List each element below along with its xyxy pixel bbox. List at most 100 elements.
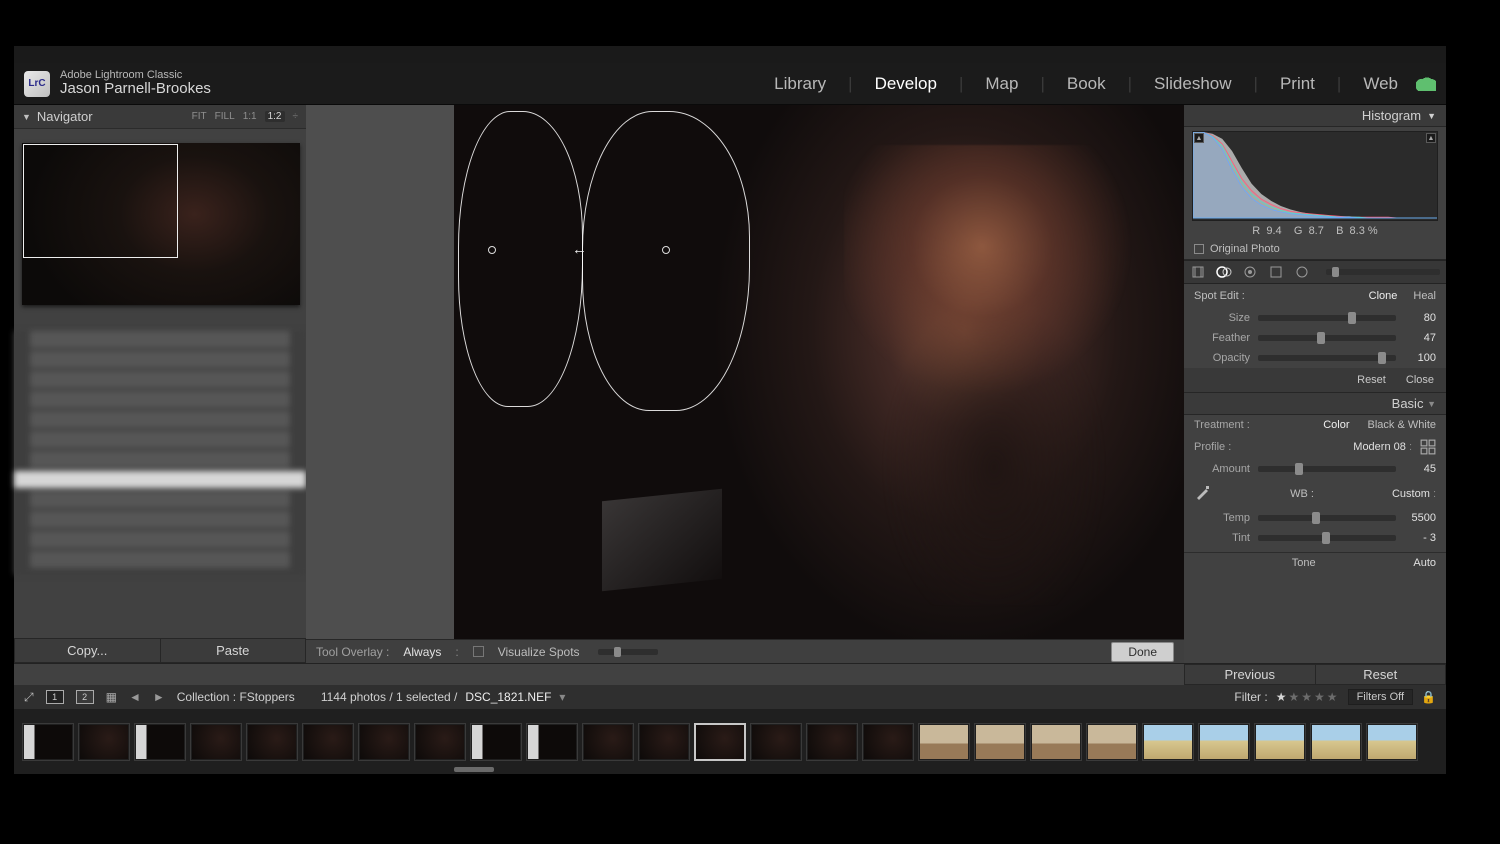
arrow-left-icon: ←: [572, 241, 587, 258]
spot-dest-center[interactable]: [488, 246, 496, 254]
zoom-1-1[interactable]: 1:1: [243, 111, 257, 122]
original-photo-toggle[interactable]: Original Photo: [1184, 239, 1446, 260]
brush-size-slider[interactable]: [1326, 269, 1440, 275]
tint-slider[interactable]: [1258, 535, 1396, 541]
filmstrip-thumb[interactable]: [1254, 723, 1306, 761]
spot-size-slider[interactable]: [1258, 315, 1396, 321]
filmstrip-thumb[interactable]: [1142, 723, 1194, 761]
redeye-tool-icon[interactable]: [1242, 264, 1258, 280]
filmstrip-thumb[interactable]: [582, 723, 634, 761]
filmstrip-thumb[interactable]: [1030, 723, 1082, 761]
module-slideshow[interactable]: Slideshow: [1154, 74, 1232, 94]
filmstrip-thumb[interactable]: [918, 723, 970, 761]
navigator-header[interactable]: ▼ Navigator FITFILL1:11:2÷: [14, 105, 306, 129]
zoom-FIT[interactable]: FIT: [192, 111, 207, 122]
profile-select[interactable]: Modern 08: [1353, 441, 1406, 453]
spot-feather-slider[interactable]: [1258, 335, 1396, 341]
paste-button[interactable]: Paste: [161, 638, 307, 663]
tone-auto-button[interactable]: Auto: [1413, 557, 1436, 569]
filmstrip-thumb[interactable]: [1198, 723, 1250, 761]
filmstrip-thumb[interactable]: [1366, 723, 1418, 761]
switch-layout-icon[interactable]: ⤢: [24, 690, 34, 705]
histogram-chart[interactable]: ▲ ▲: [1192, 131, 1438, 221]
spot-mode-clone[interactable]: Clone: [1369, 290, 1398, 302]
grid-view-icon[interactable]: ▦: [106, 690, 117, 704]
linear-gradient-tool-icon[interactable]: [1268, 264, 1284, 280]
spot-source-center[interactable]: [662, 246, 670, 254]
filmstrip-thumb[interactable]: [638, 723, 690, 761]
filmstrip-thumb[interactable]: [246, 723, 298, 761]
previous-button[interactable]: Previous: [1184, 664, 1316, 685]
filmstrip[interactable]: [14, 709, 1446, 774]
zoom-FILL[interactable]: FILL: [215, 111, 235, 122]
spot-source-outline[interactable]: [582, 111, 750, 411]
copy-button[interactable]: Copy...: [14, 638, 161, 663]
filmstrip-thumb[interactable]: [358, 723, 410, 761]
secondary-display-button[interactable]: 2: [76, 690, 94, 704]
shadow-clipping-icon[interactable]: ▲: [1194, 133, 1204, 143]
filmstrip-thumb[interactable]: [806, 723, 858, 761]
temp-slider[interactable]: [1258, 515, 1396, 521]
primary-display-button[interactable]: 1: [46, 690, 64, 704]
histogram-header[interactable]: Histogram▼: [1184, 105, 1446, 127]
crop-tool-icon[interactable]: [1190, 264, 1206, 280]
spot-removal-tool-icon[interactable]: [1216, 264, 1232, 280]
square-icon: [1194, 244, 1204, 254]
rating-filter[interactable]: ★★★★★: [1276, 690, 1340, 704]
filmstrip-scrollbar[interactable]: [454, 767, 494, 772]
treatment-bw[interactable]: Black & White: [1368, 419, 1436, 431]
spot-opacity-slider[interactable]: [1258, 355, 1396, 361]
amount-slider[interactable]: [1258, 466, 1396, 472]
filmstrip-thumb[interactable]: [1310, 723, 1362, 761]
cloud-sync-icon[interactable]: [1416, 77, 1436, 91]
module-book[interactable]: Book: [1067, 74, 1106, 94]
module-web[interactable]: Web: [1363, 74, 1398, 94]
next-photo-button[interactable]: ►: [153, 690, 165, 704]
filmstrip-thumb[interactable]: [1086, 723, 1138, 761]
profile-grid-icon[interactable]: [1420, 439, 1436, 455]
navigator-viewport-rect[interactable]: [23, 144, 178, 258]
basic-header[interactable]: Basic ▼: [1184, 393, 1446, 415]
filmstrip-thumb[interactable]: [694, 723, 746, 761]
filmstrip-thumb[interactable]: [526, 723, 578, 761]
filmstrip-thumb[interactable]: [750, 723, 802, 761]
module-print[interactable]: Print: [1280, 74, 1315, 94]
app-header: LrC Adobe Lightroom Classic Jason Parnel…: [14, 63, 1446, 105]
radial-gradient-tool-icon[interactable]: [1294, 264, 1310, 280]
image-canvas[interactable]: ←: [306, 105, 1184, 639]
reset-button[interactable]: Reset: [1316, 664, 1447, 685]
zoom-1-2[interactable]: 1:2: [265, 111, 285, 122]
navigator-preview[interactable]: [22, 143, 300, 305]
filmstrip-thumb[interactable]: [862, 723, 914, 761]
treatment-color[interactable]: Color: [1323, 419, 1349, 431]
filmstrip-thumb[interactable]: [190, 723, 242, 761]
module-library[interactable]: Library: [774, 74, 826, 94]
tool-overlay-value[interactable]: Always: [403, 645, 441, 659]
wb-picker-icon[interactable]: [1194, 483, 1212, 504]
done-button[interactable]: Done: [1111, 642, 1174, 662]
navigator-title: Navigator: [37, 109, 93, 124]
app-badge: LrC: [24, 71, 50, 97]
filmstrip-thumb[interactable]: [470, 723, 522, 761]
lock-icon[interactable]: 🔒: [1421, 690, 1436, 704]
spot-reset-button[interactable]: Reset: [1357, 374, 1386, 386]
filename: DSC_1821.NEF: [465, 690, 551, 704]
spot-dest-outline[interactable]: [458, 111, 583, 407]
filmstrip-thumb[interactable]: [22, 723, 74, 761]
visualize-spots-checkbox[interactable]: [473, 646, 484, 657]
filmstrip-thumb[interactable]: [78, 723, 130, 761]
filmstrip-thumb[interactable]: [302, 723, 354, 761]
module-develop[interactable]: Develop: [875, 74, 937, 94]
filmstrip-thumb[interactable]: [414, 723, 466, 761]
local-tools-strip: [1184, 260, 1446, 284]
previous-photo-button[interactable]: ◄: [129, 690, 141, 704]
filters-off-button[interactable]: Filters Off: [1348, 689, 1413, 705]
spot-close-button[interactable]: Close: [1406, 374, 1434, 386]
module-map[interactable]: Map: [985, 74, 1018, 94]
visualize-spots-slider[interactable]: [598, 649, 658, 655]
spot-mode-heal[interactable]: Heal: [1413, 290, 1436, 302]
highlight-clipping-icon[interactable]: ▲: [1426, 133, 1436, 143]
filmstrip-thumb[interactable]: [134, 723, 186, 761]
wb-select[interactable]: Custom: [1392, 488, 1430, 500]
filmstrip-thumb[interactable]: [974, 723, 1026, 761]
